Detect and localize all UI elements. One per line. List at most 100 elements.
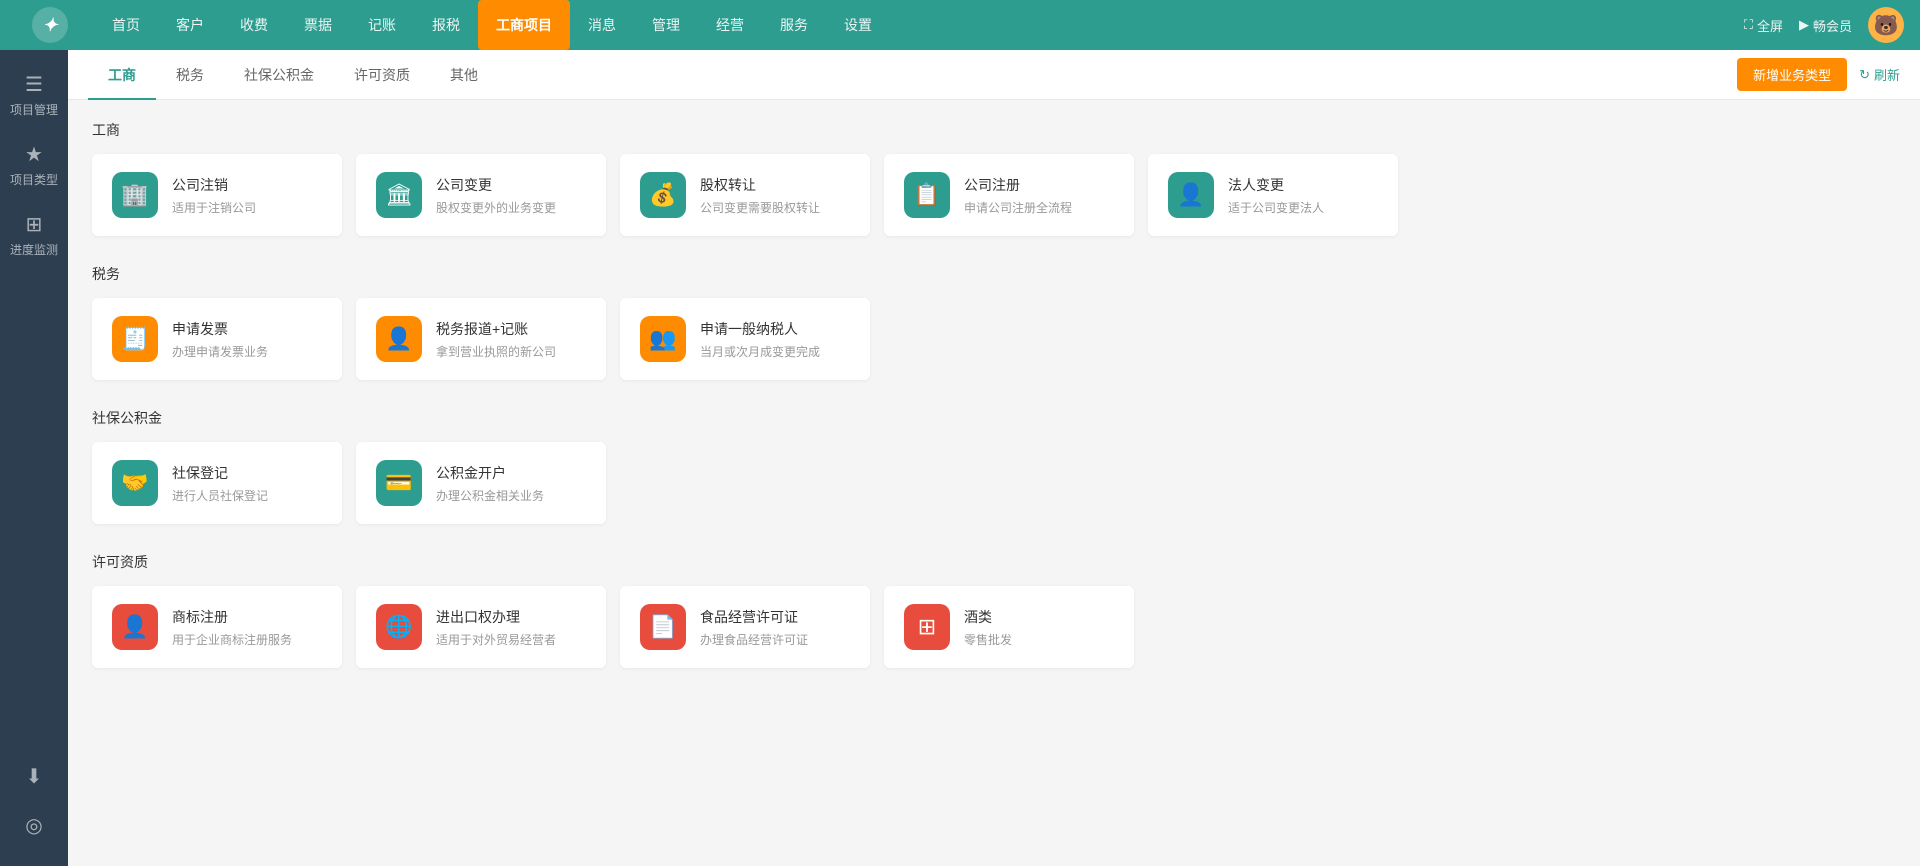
card-title: 商标注册: [172, 607, 322, 627]
card-info: 申请一般纳税人 当月或次月成变更完成: [700, 319, 850, 360]
sidebar: ☰ 项目管理 ★ 项目类型 ⊞ 进度监测 ⬇ ◎: [0, 50, 68, 866]
nav-item-工商项目[interactable]: 工商项目: [478, 0, 570, 50]
card-company-register[interactable]: 📋 公司注册 申请公司注册全流程: [884, 154, 1134, 236]
tab-other[interactable]: 其他: [430, 50, 498, 100]
nav-item-设置[interactable]: 设置: [826, 0, 890, 50]
tab-shuiwu[interactable]: 税务: [156, 50, 224, 100]
card-title: 申请发票: [172, 319, 322, 339]
section-title-gongshang: 工商: [92, 120, 1896, 140]
card-info: 税务报道+记账 拿到营业执照的新公司: [436, 319, 586, 360]
nav-item-票据[interactable]: 票据: [286, 0, 350, 50]
card-general-taxpayer[interactable]: 👥 申请一般纳税人 当月或次月成变更完成: [620, 298, 870, 380]
refresh-icon: ↻: [1859, 67, 1870, 83]
card-food-license[interactable]: 📄 食品经营许可证 办理食品经营许可证: [620, 586, 870, 668]
sidebar-bottom: ⬇ ◎: [0, 752, 68, 866]
card-info: 商标注册 用于企业商标注册服务: [172, 607, 322, 648]
card-info: 食品经营许可证 办理食品经营许可证: [700, 607, 850, 648]
card-info: 公司注册 申请公司注册全流程: [964, 175, 1114, 216]
cards-grid-shebao: 🤝 社保登记 进行人员社保登记 💳 公积金开户 办理公积金相关业务: [92, 442, 1896, 524]
card-desc: 用于企业商标注册服务: [172, 631, 322, 648]
nav-item-服务[interactable]: 服务: [762, 0, 826, 50]
food-license-icon: 📄: [640, 604, 686, 650]
card-title: 食品经营许可证: [700, 607, 850, 627]
sidebar-item-download[interactable]: ⬇: [0, 752, 68, 801]
nav-item-客户[interactable]: 客户: [158, 0, 222, 50]
nav-item-消息[interactable]: 消息: [570, 0, 634, 50]
card-company-cancel[interactable]: 🏢 公司注销 适用于注销公司: [92, 154, 342, 236]
card-title: 公积金开户: [436, 463, 586, 483]
card-desc: 适用于对外贸易经营者: [436, 631, 586, 648]
nav-item-经营[interactable]: 经营: [698, 0, 762, 50]
tab-xuke[interactable]: 许可资质: [334, 50, 430, 100]
card-info: 酒类 零售批发: [964, 607, 1114, 648]
nav-item-报税[interactable]: 报税: [414, 0, 478, 50]
fullscreen-label: 全屏: [1757, 16, 1783, 35]
sidebar-item-project-management[interactable]: ☰ 项目管理: [0, 60, 68, 130]
section-title-shuiwu: 税务: [92, 264, 1896, 284]
nav-item-管理[interactable]: 管理: [634, 0, 698, 50]
vip-button[interactable]: ▶ 畅会员: [1799, 16, 1852, 35]
nav-item-首页[interactable]: 首页: [94, 0, 158, 50]
nav-item-记账[interactable]: 记账: [350, 0, 414, 50]
sidebar-item-project-type[interactable]: ★ 项目类型: [0, 130, 68, 200]
card-company-change[interactable]: 🏛 公司变更 股权变更外的业务变更: [356, 154, 606, 236]
scroll-content: 工商 🏢 公司注销 适用于注销公司 🏛 公司变更 股权变更外的业务变更: [68, 100, 1920, 866]
project-management-icon: ☰: [25, 72, 43, 97]
card-legal-change[interactable]: 👤 法人变更 适于公司变更法人: [1148, 154, 1398, 236]
sidebar-item-label: 项目类型: [10, 171, 58, 188]
avatar[interactable]: 🐻: [1868, 7, 1904, 43]
nav-menu: 首页客户收费票据记账报税工商项目消息管理经营服务设置: [94, 0, 1744, 50]
legal-change-icon: 👤: [1168, 172, 1214, 218]
card-social-insurance[interactable]: 🤝 社保登记 进行人员社保登记: [92, 442, 342, 524]
company-change-icon: 🏛: [376, 172, 422, 218]
card-info: 法人变更 适于公司变更法人: [1228, 175, 1378, 216]
card-desc: 拿到营业执照的新公司: [436, 343, 586, 360]
tab-bar: 工商 税务 社保公积金 许可资质 其他 新增业务类型 ↻ 刷新: [68, 50, 1920, 100]
section-title-xuke: 许可资质: [92, 552, 1896, 572]
card-title: 公司注销: [172, 175, 322, 195]
import-export-icon: 🌐: [376, 604, 422, 650]
card-title: 申请一般纳税人: [700, 319, 850, 339]
card-provident-fund[interactable]: 💳 公积金开户 办理公积金相关业务: [356, 442, 606, 524]
card-desc: 办理公积金相关业务: [436, 487, 586, 504]
project-type-icon: ★: [25, 142, 43, 167]
card-import-export[interactable]: 🌐 进出口权办理 适用于对外贸易经营者: [356, 586, 606, 668]
card-alcohol[interactable]: ⊞ 酒类 零售批发: [884, 586, 1134, 668]
nav-item-收费[interactable]: 收费: [222, 0, 286, 50]
card-title: 酒类: [964, 607, 1114, 627]
card-invoice-apply[interactable]: 🧾 申请发票 办理申请发票业务: [92, 298, 342, 380]
new-type-button[interactable]: 新增业务类型: [1737, 58, 1847, 91]
card-desc: 公司变更需要股权转让: [700, 199, 850, 216]
card-tax-report[interactable]: 👤 税务报道+记账 拿到营业执照的新公司: [356, 298, 606, 380]
card-trademark[interactable]: 👤 商标注册 用于企业商标注册服务: [92, 586, 342, 668]
cards-grid-xuke: 👤 商标注册 用于企业商标注册服务 🌐 进出口权办理 适用于对外贸易经营者 📄: [92, 586, 1896, 668]
sidebar-item-progress[interactable]: ⊞ 进度监测: [0, 200, 68, 270]
download-icon: ⬇: [26, 764, 43, 789]
card-title: 法人变更: [1228, 175, 1378, 195]
fullscreen-button[interactable]: ⛶ 全屏: [1744, 16, 1783, 35]
sidebar-item-label: 进度监测: [10, 241, 58, 258]
card-desc: 当月或次月成变更完成: [700, 343, 850, 360]
card-desc: 零售批发: [964, 631, 1114, 648]
social-insurance-icon: 🤝: [112, 460, 158, 506]
card-info: 公积金开户 办理公积金相关业务: [436, 463, 586, 504]
main-layout: ☰ 项目管理 ★ 项目类型 ⊞ 进度监测 ⬇ ◎ 工商 税务 社保公积金 许可资…: [0, 50, 1920, 866]
tab-shebao[interactable]: 社保公积金: [224, 50, 334, 100]
card-desc: 适用于注销公司: [172, 199, 322, 216]
card-equity-transfer[interactable]: 💰 股权转让 公司变更需要股权转让: [620, 154, 870, 236]
tab-gongshang[interactable]: 工商: [88, 50, 156, 100]
refresh-button[interactable]: ↻ 刷新: [1859, 65, 1900, 84]
card-title: 税务报道+记账: [436, 319, 586, 339]
card-info: 进出口权办理 适用于对外贸易经营者: [436, 607, 586, 648]
cards-grid-shuiwu: 🧾 申请发票 办理申请发票业务 👤 税务报道+记账 拿到营业执照的新公司 👥: [92, 298, 1896, 380]
card-desc: 进行人员社保登记: [172, 487, 322, 504]
sidebar-item-settings[interactable]: ◎: [0, 801, 68, 850]
alcohol-icon: ⊞: [904, 604, 950, 650]
equity-transfer-icon: 💰: [640, 172, 686, 218]
logo-icon: ✦: [32, 7, 68, 43]
card-title: 股权转让: [700, 175, 850, 195]
progress-icon: ⊞: [26, 212, 43, 237]
nav-right: ⛶ 全屏 ▶ 畅会员 🐻: [1744, 7, 1904, 43]
tax-report-icon: 👤: [376, 316, 422, 362]
invoice-apply-icon: 🧾: [112, 316, 158, 362]
